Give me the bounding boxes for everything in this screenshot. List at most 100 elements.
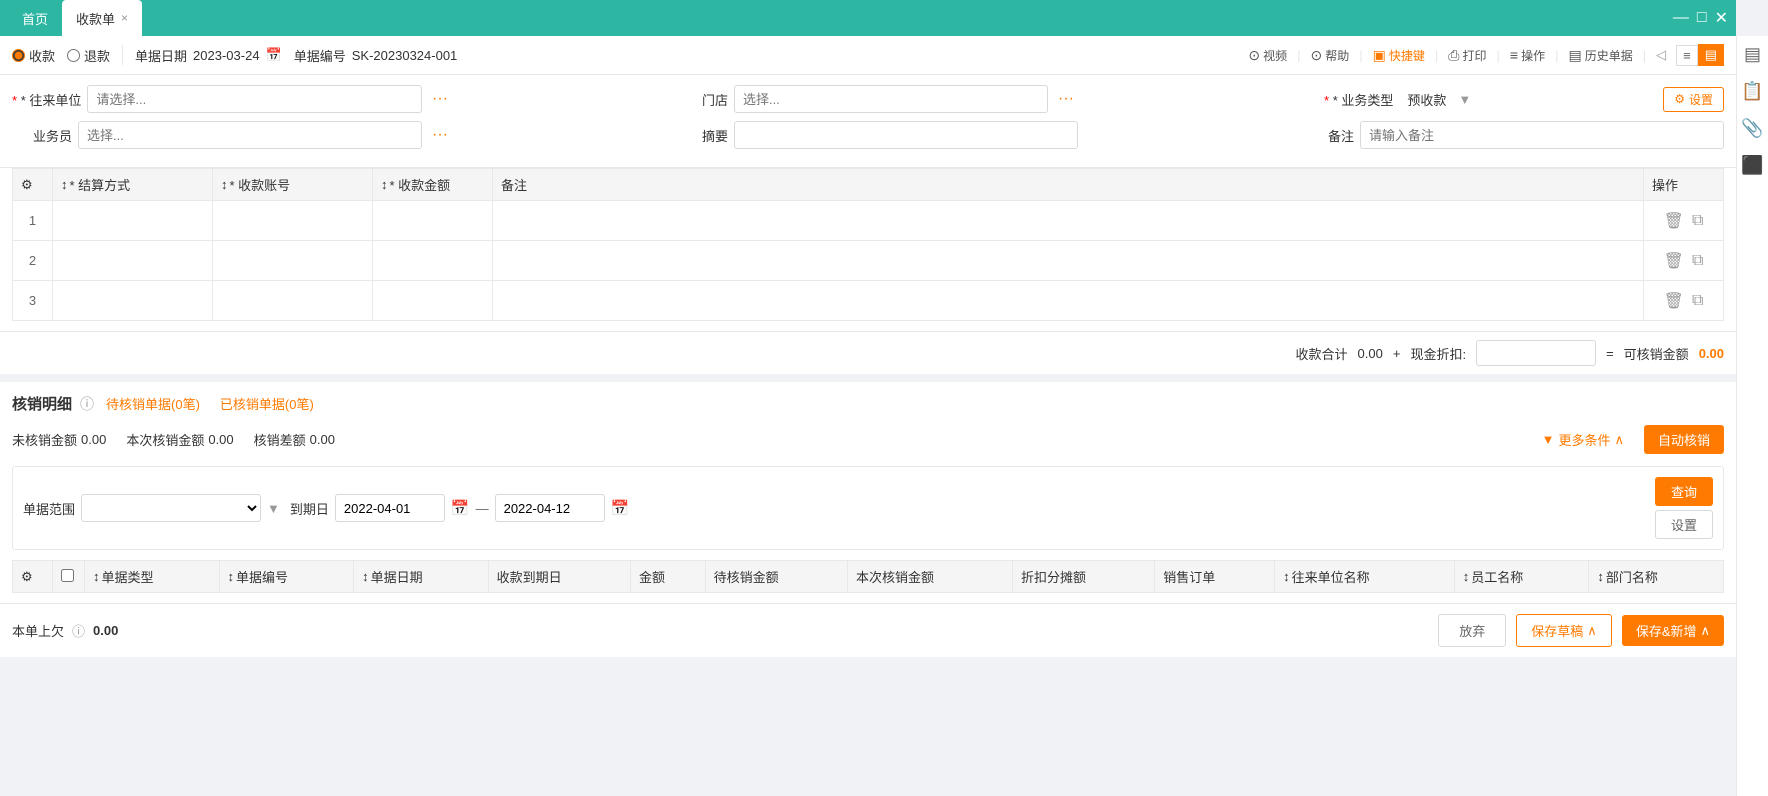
reconcile-tabs: 待核销单据(0笔) 已核销单据(0笔) (102, 392, 318, 415)
amount-cell-3[interactable] (373, 281, 493, 321)
bth-checkbox[interactable] (53, 561, 85, 593)
refund-radio[interactable]: 退款 (67, 46, 110, 65)
summary-field: 摘要 (698, 121, 1078, 149)
counterparty-more-btn[interactable]: ··· (428, 90, 452, 108)
save-new-button[interactable]: 保存&新增 ∧ (1622, 615, 1724, 646)
tab-close-icon[interactable]: × (121, 11, 128, 25)
due-date-field: 到期日 📅 — 📅 (290, 494, 629, 522)
auto-reconcile-button[interactable]: 自动核销 (1644, 425, 1724, 454)
row-num-1: 1 (13, 201, 53, 241)
sidebar-table-icon[interactable]: ▤ (1744, 44, 1761, 65)
bottom-settings-icon[interactable]: ⚙ (21, 569, 33, 584)
summary-input[interactable] (734, 121, 1078, 149)
settlement-cell-3[interactable] (53, 281, 213, 321)
store-input[interactable] (734, 85, 1048, 113)
info-icon[interactable]: ⓘ (80, 394, 94, 414)
pending-tab[interactable]: 待核销单据(0笔) (102, 392, 204, 415)
layout-grid-btn[interactable]: ▤ (1698, 44, 1724, 66)
completed-tab[interactable]: 已核销单据(0笔) (216, 392, 318, 415)
from-date-input[interactable] (335, 494, 445, 522)
delete-row-1-icon[interactable]: 🗑 (1664, 211, 1684, 231)
cash-discount-input[interactable] (1476, 340, 1596, 366)
help-icon: ⊙ (1311, 47, 1323, 64)
info-circle-icon[interactable]: ⓘ (72, 621, 85, 640)
business-type-field: * * 业务类型 预收款 ▼ ⚙ 设置 (1324, 87, 1724, 112)
receipt-radio[interactable]: 收款 (12, 46, 55, 65)
setting-button[interactable]: ⚙ 设置 (1663, 87, 1724, 112)
print-icon: ⎙ (1448, 47, 1459, 64)
layout-list-btn[interactable]: ≡ (1676, 45, 1698, 66)
bth-type: ↕ 单据类型 (85, 561, 220, 593)
receipt-table: ⚙ ↕ * 结算方式 ↕ * 收款账号 (12, 168, 1724, 321)
amount-cell-1[interactable] (373, 201, 493, 241)
operation-action[interactable]: ≡ 操作 (1510, 47, 1545, 64)
calendar-icon[interactable]: 📅 (266, 47, 282, 63)
section-divider (0, 374, 1736, 382)
th-settings[interactable]: ⚙ (13, 169, 53, 201)
sidebar-scan-icon[interactable]: ⬛ (1741, 155, 1763, 176)
staff-more-btn[interactable]: ··· (428, 126, 452, 144)
from-date-calendar-icon[interactable]: 📅 (451, 499, 470, 517)
tab-home[interactable]: 首页 (8, 0, 62, 36)
staff-input[interactable] (78, 121, 422, 149)
video-icon: ⊙ (1248, 47, 1260, 64)
account-cell-2[interactable] (213, 241, 373, 281)
sidebar-doc-icon[interactable]: 📋 (1741, 81, 1763, 102)
to-date-calendar-icon[interactable]: 📅 (611, 499, 630, 517)
remark-cell-3[interactable] (493, 281, 1644, 321)
account-cell-3[interactable] (213, 281, 373, 321)
tab-receipt[interactable]: 收款单 × (62, 0, 142, 36)
business-type-dropdown-icon[interactable]: ▼ (1458, 92, 1471, 107)
delete-row-2-icon[interactable]: 🗑 (1664, 251, 1684, 271)
settlement-cell-1[interactable] (53, 201, 213, 241)
history-action[interactable]: ▤ 历史单据 (1568, 47, 1632, 64)
prev-layout-icon[interactable]: ◁ (1656, 47, 1666, 63)
counterparty-field: * * 往来单位 ··· (12, 85, 452, 113)
help-action[interactable]: ⊙ 帮助 (1311, 47, 1350, 64)
to-date-input[interactable] (495, 494, 605, 522)
save-new-arrow-icon[interactable]: ∧ (1700, 623, 1710, 639)
reconcile-diff: 核销差额 0.00 (254, 430, 335, 449)
sidebar-clip-icon[interactable]: 📎 (1741, 118, 1763, 139)
bth-pending-amount: 待核销金额 (705, 561, 847, 593)
reconcile-table: ⚙ ↕ 单据类型 ↕ (12, 560, 1724, 593)
date-field: 单据日期 2023-03-24 📅 (135, 46, 282, 65)
copy-row-2-icon[interactable]: ⧉ (1692, 252, 1703, 270)
form-area: * * 往来单位 ··· 门店 ··· * (0, 75, 1736, 168)
shortcut-action[interactable]: ▣ 快捷键 (1373, 47, 1425, 64)
store-more-btn[interactable]: ··· (1054, 90, 1078, 108)
range-dropdown-arrow: ▼ (267, 501, 280, 516)
range-select[interactable] (81, 494, 261, 522)
th-account: ↕ * 收款账号 (213, 169, 373, 201)
tab-bar: 首页 收款单 × — □ ✕ (0, 0, 1736, 36)
minimize-icon[interactable]: — (1673, 9, 1689, 27)
copy-row-3-icon[interactable]: ⧉ (1692, 292, 1703, 310)
window-controls: — □ ✕ (1673, 8, 1728, 28)
remark-cell-1[interactable] (493, 201, 1644, 241)
bth-settings[interactable]: ⚙ (13, 561, 53, 593)
query-button[interactable]: 查询 (1655, 477, 1713, 506)
settings-icon[interactable]: ⚙ (21, 177, 33, 192)
save-draft-button[interactable]: 保存草稿 ∧ (1516, 614, 1612, 647)
video-action[interactable]: ⊙ 视频 (1248, 47, 1287, 64)
remark-field: 备注 (1324, 121, 1724, 149)
copy-row-1-icon[interactable]: ⧉ (1692, 212, 1703, 230)
table-row: 3 🗑 ⧉ (13, 281, 1724, 321)
th-settlement: ↕ * 结算方式 (53, 169, 213, 201)
footer-right: 放弃 保存草稿 ∧ 保存&新增 ∧ (1438, 614, 1724, 647)
remark-cell-2[interactable] (493, 241, 1644, 281)
maximize-icon[interactable]: □ (1697, 9, 1707, 27)
print-action[interactable]: ⎙ 打印 (1448, 47, 1486, 64)
filter-settings-button[interactable]: 设置 (1655, 510, 1713, 539)
close-icon[interactable]: ✕ (1715, 8, 1728, 28)
discard-button[interactable]: 放弃 (1438, 614, 1506, 647)
save-draft-arrow-icon[interactable]: ∧ (1587, 623, 1597, 639)
remark-input[interactable] (1360, 121, 1724, 149)
amount-cell-2[interactable] (373, 241, 493, 281)
account-cell-1[interactable] (213, 201, 373, 241)
delete-row-3-icon[interactable]: 🗑 (1664, 291, 1684, 311)
counterparty-input[interactable] (87, 85, 422, 113)
bth-number: ↕ 单据编号 (219, 561, 354, 593)
more-conditions-btn[interactable]: ▼ 更多条件 ∧ (1542, 430, 1624, 449)
settlement-cell-2[interactable] (53, 241, 213, 281)
